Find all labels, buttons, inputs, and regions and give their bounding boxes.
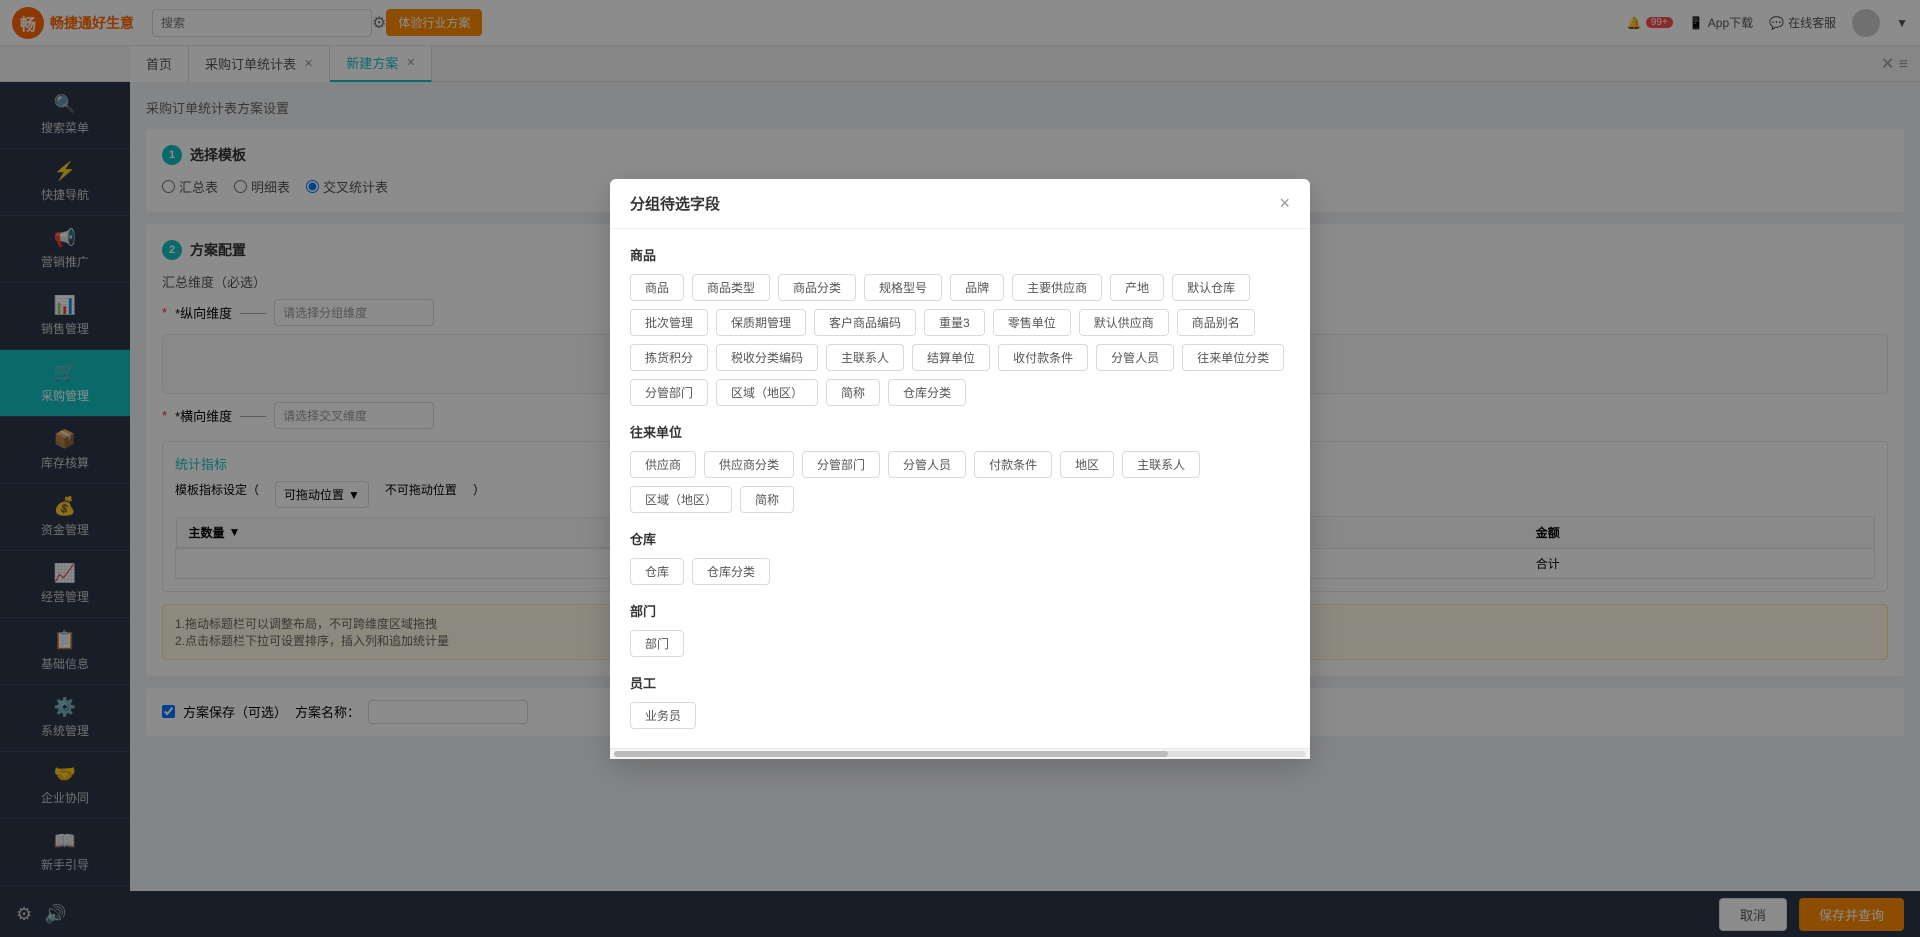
- field-tag[interactable]: 区域（地区）: [716, 379, 818, 406]
- field-tags-warehouse: 仓库仓库分类: [630, 558, 1290, 585]
- field-category-department: 部门部门: [630, 601, 1290, 657]
- field-tag[interactable]: 商品: [630, 274, 684, 301]
- field-tag[interactable]: 仓库: [630, 558, 684, 585]
- field-tag[interactable]: 默认仓库: [1172, 274, 1250, 301]
- field-tag[interactable]: 结算单位: [912, 344, 990, 371]
- field-category-title-department: 部门: [630, 601, 1290, 620]
- modal-title: 分组待选字段: [630, 193, 720, 214]
- field-category-title-employee: 员工: [630, 673, 1290, 692]
- field-tag[interactable]: 供应商: [630, 451, 696, 478]
- field-tag[interactable]: 简称: [826, 379, 880, 406]
- field-tag[interactable]: 往来单位分类: [1182, 344, 1284, 371]
- field-tag[interactable]: 税收分类编码: [716, 344, 818, 371]
- modal-scrollbar-bottom: [610, 748, 1310, 758]
- field-tags-partner: 供应商供应商分类分管部门分管人员付款条件地区主联系人区域（地区） 简称: [630, 451, 1290, 513]
- field-category-goods: 商品商品商品类型商品分类规格型号品牌主要供应商产地默认仓库批次管理保质期管理客户…: [630, 245, 1290, 406]
- field-tag[interactable]: 规格型号: [864, 274, 942, 301]
- field-tag[interactable]: 简称: [740, 486, 794, 513]
- h-scrollbar-thumb[interactable]: [614, 751, 1168, 757]
- field-tag[interactable]: 主要供应商: [1012, 274, 1102, 301]
- field-tag[interactable]: 主联系人: [826, 344, 904, 371]
- modal-overlay: 分组待选字段 × 商品商品商品类型商品分类规格型号品牌主要供应商产地默认仓库批次…: [0, 0, 1920, 937]
- field-category-title-goods: 商品: [630, 245, 1290, 264]
- field-category-employee: 员工业务员: [630, 673, 1290, 729]
- field-tag[interactable]: 付款条件: [974, 451, 1052, 478]
- field-tags-employee: 业务员: [630, 702, 1290, 729]
- field-category-title-warehouse: 仓库: [630, 529, 1290, 548]
- field-tag[interactable]: 分管人员: [888, 451, 966, 478]
- field-tag[interactable]: 收付款条件: [998, 344, 1088, 371]
- field-tag[interactable]: 分管人员: [1096, 344, 1174, 371]
- h-scrollbar-track: [614, 751, 1306, 757]
- field-tag[interactable]: 商品类型: [692, 274, 770, 301]
- field-tag[interactable]: 地区: [1060, 451, 1114, 478]
- field-tags-department: 部门: [630, 630, 1290, 657]
- field-tag[interactable]: 零售单位: [993, 309, 1071, 336]
- field-tag[interactable]: 业务员: [630, 702, 696, 729]
- field-tag[interactable]: 仓库分类: [692, 558, 770, 585]
- field-tag[interactable]: 分管部门: [802, 451, 880, 478]
- field-tag[interactable]: 仓库分类: [888, 379, 966, 406]
- field-tags-goods: 商品商品类型商品分类规格型号品牌主要供应商产地默认仓库批次管理保质期管理客户商品…: [630, 274, 1290, 406]
- field-tag[interactable]: 供应商分类: [704, 451, 794, 478]
- field-tag[interactable]: 保质期管理: [716, 309, 806, 336]
- field-tag[interactable]: 批次管理: [630, 309, 708, 336]
- field-tag[interactable]: 拣货积分: [630, 344, 708, 371]
- modal-close-button[interactable]: ×: [1279, 193, 1290, 214]
- field-tag[interactable]: 商品别名: [1177, 309, 1255, 336]
- field-tag[interactable]: 重量3: [924, 309, 985, 336]
- field-tag[interactable]: 产地: [1110, 274, 1164, 301]
- field-tag[interactable]: 商品分类: [778, 274, 856, 301]
- field-tag[interactable]: 区域（地区）: [630, 486, 732, 513]
- field-category-warehouse: 仓库仓库仓库分类: [630, 529, 1290, 585]
- field-tag[interactable]: 默认供应商: [1079, 309, 1169, 336]
- field-tag[interactable]: 部门: [630, 630, 684, 657]
- modal-header: 分组待选字段 ×: [610, 179, 1310, 229]
- field-category-partner: 往来单位供应商供应商分类分管部门分管人员付款条件地区主联系人区域（地区） 简称: [630, 422, 1290, 513]
- field-tag[interactable]: 分管部门: [630, 379, 708, 406]
- field-category-title-partner: 往来单位: [630, 422, 1290, 441]
- field-tag[interactable]: 品牌: [950, 274, 1004, 301]
- modal-body: 商品商品商品类型商品分类规格型号品牌主要供应商产地默认仓库批次管理保质期管理客户…: [610, 229, 1310, 749]
- field-tag[interactable]: 主联系人: [1122, 451, 1200, 478]
- field-tag[interactable]: 客户商品编码: [814, 309, 916, 336]
- modal-dialog: 分组待选字段 × 商品商品商品类型商品分类规格型号品牌主要供应商产地默认仓库批次…: [610, 179, 1310, 759]
